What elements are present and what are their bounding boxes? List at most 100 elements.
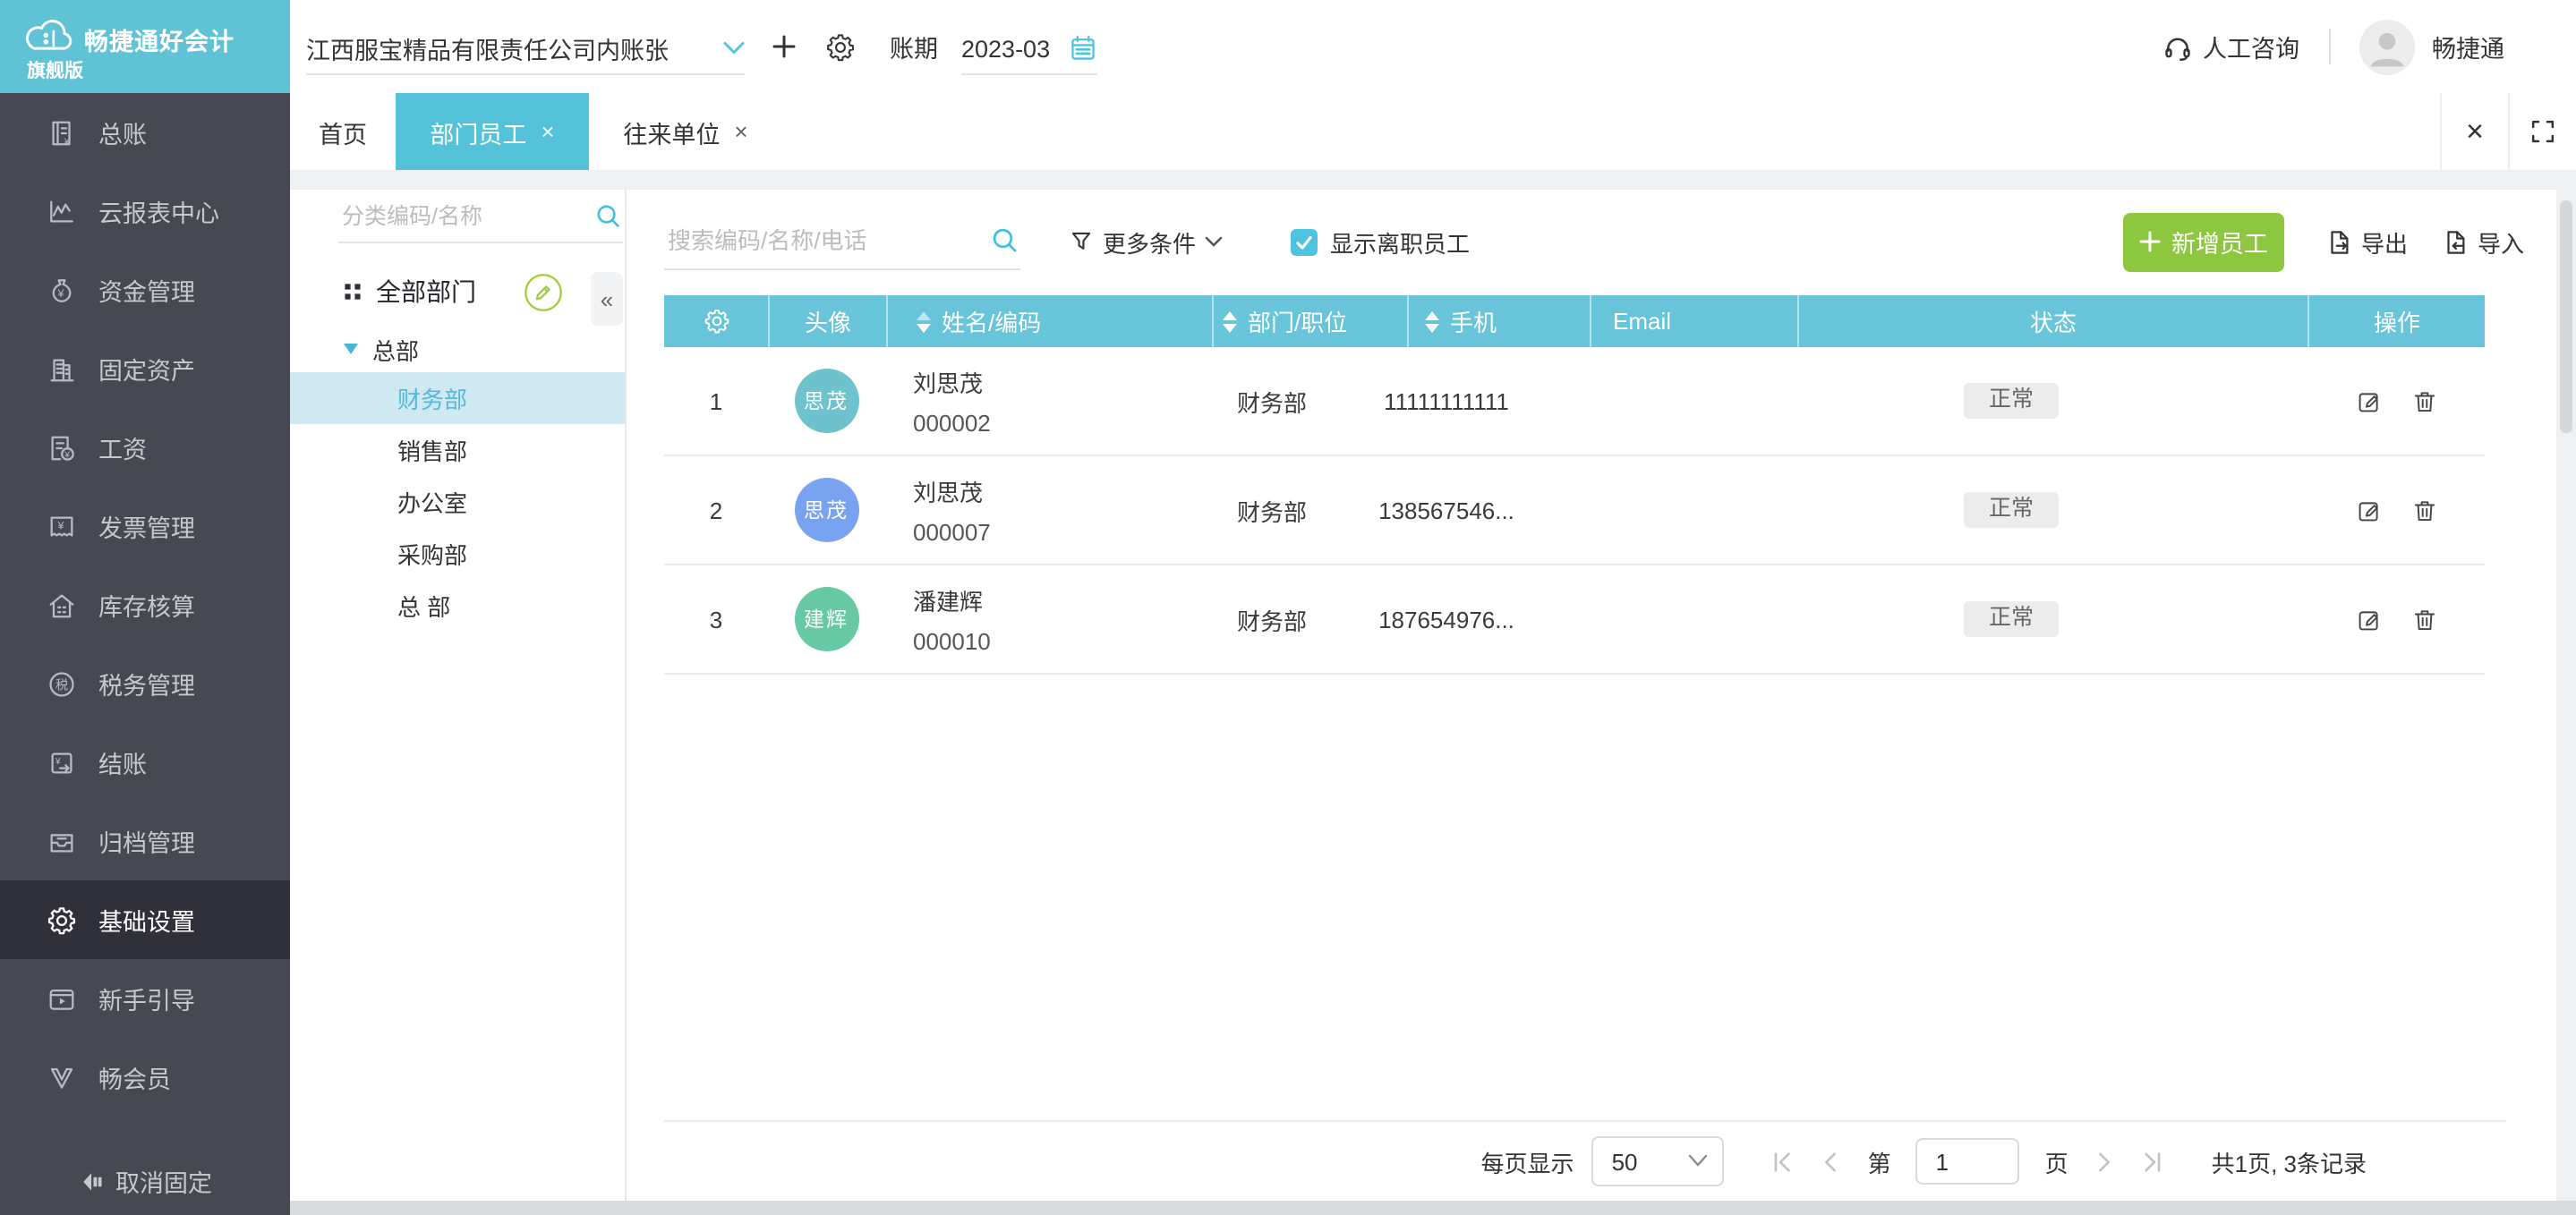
search-icon[interactable] — [594, 201, 623, 230]
support-link[interactable]: 人工咨询 — [2162, 29, 2299, 64]
column-header-name-code[interactable]: 姓名/编码 — [888, 295, 1214, 347]
email-cell — [1529, 347, 1713, 455]
tree-node-finance-dept[interactable]: 财务部 — [290, 372, 625, 424]
sidebar-item-member[interactable]: 畅会员 — [0, 1038, 290, 1117]
tree-node-purchasing-dept[interactable]: 采购部 — [290, 528, 625, 580]
tree-node-general-dept[interactable]: 总 部 — [290, 580, 625, 632]
delete-icon[interactable] — [2411, 606, 2438, 633]
sidebar-item-general-ledger[interactable]: ¥ 总账 — [0, 93, 290, 172]
fullscreen-button[interactable] — [2508, 93, 2576, 170]
employee-main-panel: 更多条件 显示离职员工 新增员工 导出 — [627, 190, 2556, 1201]
tab-close-icon[interactable]: × — [734, 120, 747, 143]
sidebar-item-beginner-guide[interactable]: 新手引导 — [0, 959, 290, 1038]
collapse-panel-button[interactable]: « — [591, 272, 623, 326]
column-header-phone[interactable]: 手机 — [1409, 295, 1591, 347]
add-employee-button[interactable]: 新增员工 — [2122, 212, 2284, 271]
department-tree-panel: 全部部门 « 总部 财务部 销售部 办公室 采购部 总 部 — [290, 190, 627, 1201]
previous-page-button[interactable] — [1820, 1150, 1843, 1173]
page-suffix: 页 — [2044, 1150, 2068, 1177]
employee-table: 头像 姓名/编码 部门/职位 手机 Email 状态 操作 1 思茂 刘思茂 0… — [664, 295, 2485, 675]
employee-search-input[interactable] — [664, 225, 990, 256]
add-account-button[interactable] — [770, 0, 798, 93]
import-button[interactable]: 导入 — [2442, 225, 2524, 259]
tab-department-employees[interactable]: 部门员工 × — [396, 93, 589, 170]
video-guide-icon — [47, 983, 77, 1014]
status-badge: 正常 — [1963, 383, 2059, 419]
column-header-avatar: 头像 — [770, 295, 888, 347]
vertical-scrollbar[interactable] — [2556, 190, 2576, 1201]
period-selector[interactable]: 2023-03 — [961, 23, 1097, 75]
sidebar-item-basic-settings[interactable]: 基础设置 — [0, 880, 290, 959]
unpin-sidebar-button[interactable]: 取消固定 — [0, 1163, 290, 1199]
edit-icon[interactable] — [2356, 497, 2383, 523]
tree-expand-arrow-icon[interactable] — [344, 344, 358, 354]
closing-icon: ¥ — [47, 747, 77, 777]
status-cell: 正常 — [1713, 565, 2309, 673]
checkbox-checked-icon[interactable] — [1291, 228, 1318, 255]
export-button[interactable]: 导出 — [2325, 225, 2408, 259]
operations-cell — [2309, 456, 2485, 564]
edit-icon[interactable] — [2356, 606, 2383, 633]
sidebar-item-invoices[interactable]: ¥ 发票管理 — [0, 487, 290, 565]
sidebar-item-fixed-assets[interactable]: 固定资产 — [0, 329, 290, 408]
sidebar-item-label: 库存核算 — [98, 594, 195, 621]
delete-icon[interactable] — [2411, 387, 2438, 414]
sidebar-item-label: 新手引导 — [98, 988, 195, 1015]
column-settings-header[interactable] — [664, 295, 770, 347]
sidebar-item-closing[interactable]: ¥ 结账 — [0, 723, 290, 802]
sidebar-item-tax[interactable]: 税 税务管理 — [0, 644, 290, 723]
sidebar-item-label: 工资 — [98, 437, 147, 463]
tree-node-headquarters[interactable]: 总部 — [290, 326, 625, 372]
close-all-tabs-button[interactable]: × — [2440, 93, 2508, 170]
page-number-input[interactable] — [1915, 1138, 2020, 1185]
tree-search-input[interactable] — [338, 201, 594, 230]
export-doc-icon — [2325, 228, 2352, 255]
sidebar-item-label: 发票管理 — [98, 515, 195, 542]
divider — [2328, 29, 2330, 64]
cloud-logo-icon — [23, 14, 77, 57]
chevron-down-icon — [1689, 1154, 1708, 1167]
tab-home[interactable]: 首页 — [290, 93, 396, 170]
sort-arrows-icon[interactable] — [917, 310, 931, 332]
employee-code: 000010 — [913, 628, 991, 655]
tab-business-partners[interactable]: 往来单位 × — [589, 93, 782, 170]
last-page-button[interactable] — [2142, 1150, 2165, 1173]
tab-close-icon[interactable]: × — [541, 120, 554, 143]
export-label: 导出 — [2360, 230, 2408, 257]
column-header-department[interactable]: 部门/职位 — [1214, 295, 1409, 347]
tree-root-label: 全部部门 — [376, 277, 476, 306]
username[interactable]: 畅捷通 — [2432, 29, 2504, 64]
company-name: 江西服宝精品有限责任公司内账张 — [306, 38, 669, 64]
sidebar-item-funds[interactable]: ¥ 资金管理 — [0, 251, 290, 329]
sidebar-item-archive[interactable]: 归档管理 — [0, 802, 290, 880]
show-resigned-checkbox-group[interactable]: 显示离职员工 — [1291, 225, 1470, 259]
user-avatar[interactable] — [2358, 19, 2414, 74]
row-index: 2 — [709, 497, 723, 523]
account-settings-gear-icon[interactable] — [825, 0, 856, 93]
per-page-select[interactable]: 50 — [1591, 1136, 1725, 1186]
sort-arrows-icon[interactable] — [1223, 310, 1237, 332]
search-icon[interactable] — [990, 225, 1020, 256]
vip-member-icon — [47, 1062, 77, 1092]
sidebar-item-payroll[interactable]: ¥ 工资 — [0, 408, 290, 487]
first-page-button[interactable] — [1771, 1150, 1795, 1173]
close-icon: × — [2466, 114, 2484, 148]
records-summary: 共1页, 3条记录 — [2211, 1150, 2367, 1177]
name-code-cell: 刘思茂 000002 — [884, 347, 1180, 455]
sidebar-item-cloud-reports[interactable]: 云报表中心 — [0, 172, 290, 251]
tree-root-row[interactable]: 全部部门 — [290, 265, 625, 319]
company-selector[interactable]: 江西服宝精品有限责任公司内账张 — [306, 23, 745, 75]
more-filters-button[interactable]: 更多条件 — [1069, 225, 1223, 259]
funnel-icon — [1069, 229, 1094, 254]
tab-label: 首页 — [319, 121, 367, 148]
sort-arrows-icon[interactable] — [1425, 310, 1439, 332]
edit-departments-button[interactable] — [523, 271, 564, 312]
tree-node-office[interactable]: 办公室 — [290, 476, 625, 528]
table-row: 2 思茂 刘思茂 000007 财务部 138567546... 正常 — [664, 456, 2485, 565]
edit-icon[interactable] — [2356, 387, 2383, 414]
scrollbar-thumb[interactable] — [2560, 200, 2572, 433]
sidebar-item-inventory[interactable]: 库存核算 — [0, 565, 290, 644]
delete-icon[interactable] — [2411, 497, 2438, 523]
next-page-button[interactable] — [2094, 1150, 2117, 1173]
tree-node-sales-dept[interactable]: 销售部 — [290, 424, 625, 476]
